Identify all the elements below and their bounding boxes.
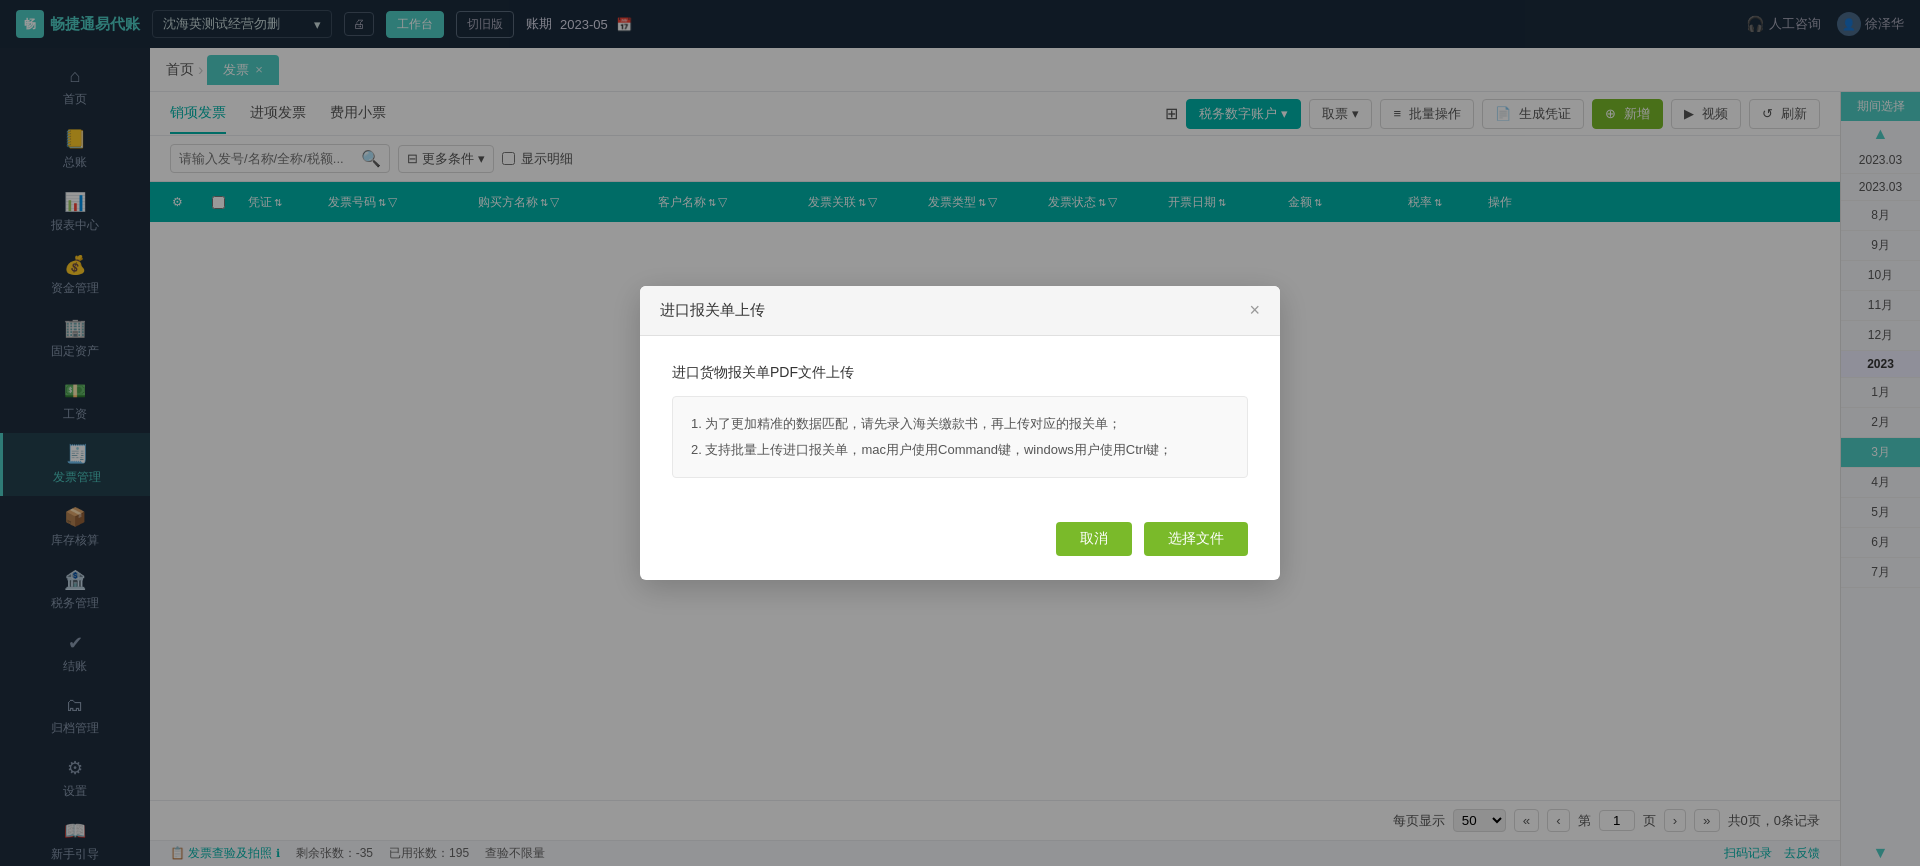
modal-cancel-button[interactable]: 取消 bbox=[1056, 522, 1132, 556]
modal-section-title: 进口货物报关单PDF文件上传 bbox=[672, 364, 1248, 382]
modal-overlay: 进口报关单上传 × 进口货物报关单PDF文件上传 1. 为了更加精准的数据匹配，… bbox=[0, 0, 1920, 866]
modal-title: 进口报关单上传 bbox=[660, 301, 765, 320]
modal-footer: 取消 选择文件 bbox=[640, 506, 1280, 580]
modal-tip-1: 1. 为了更加精准的数据匹配，请先录入海关缴款书，再上传对应的报关单； bbox=[691, 411, 1229, 437]
modal-info-box: 1. 为了更加精准的数据匹配，请先录入海关缴款书，再上传对应的报关单； 2. 支… bbox=[672, 396, 1248, 478]
modal-close-button[interactable]: × bbox=[1249, 300, 1260, 321]
modal-select-file-button[interactable]: 选择文件 bbox=[1144, 522, 1248, 556]
modal-header: 进口报关单上传 × bbox=[640, 286, 1280, 336]
modal-body: 进口货物报关单PDF文件上传 1. 为了更加精准的数据匹配，请先录入海关缴款书，… bbox=[640, 336, 1280, 506]
modal-tip-2: 2. 支持批量上传进口报关单，mac用户使用Command键，windows用户… bbox=[691, 437, 1229, 463]
import-customs-modal: 进口报关单上传 × 进口货物报关单PDF文件上传 1. 为了更加精准的数据匹配，… bbox=[640, 286, 1280, 580]
